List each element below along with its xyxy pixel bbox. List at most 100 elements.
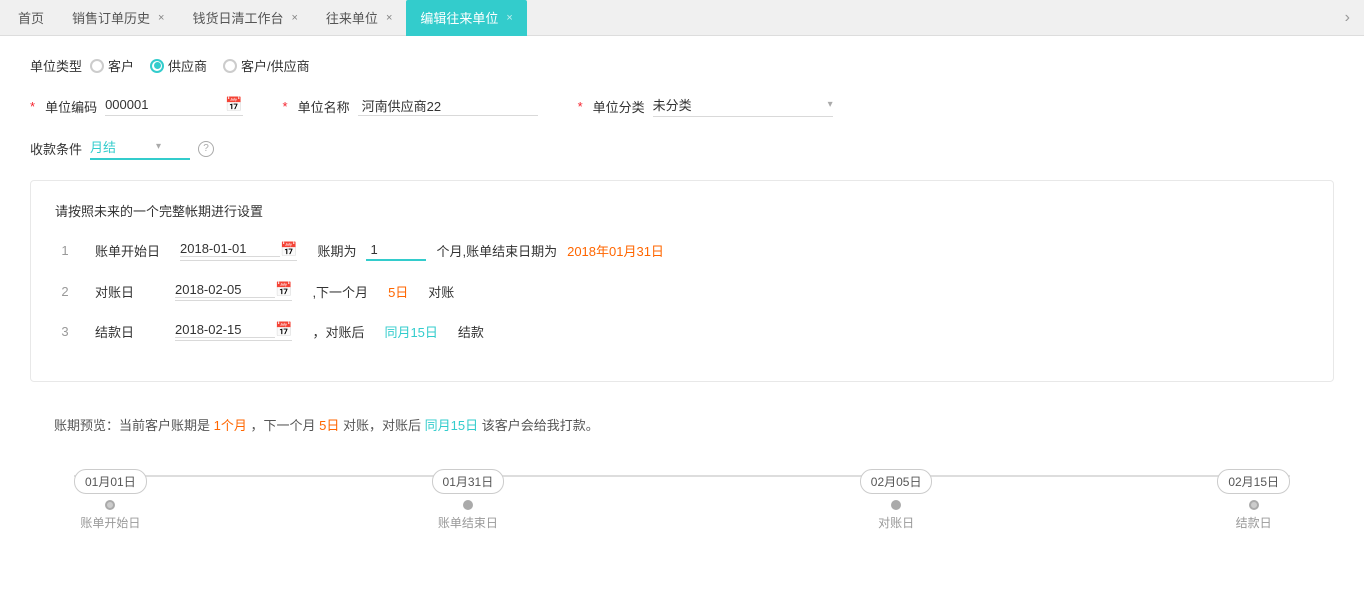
timeline-dot-1 <box>105 500 115 510</box>
timeline-badge-1: 01月01日 <box>74 469 147 494</box>
period-title: 请按照未来的一个完整帐期进行设置 <box>55 201 1309 220</box>
unit-name-group: * 单位名称 <box>283 96 538 116</box>
unit-type-label: 单位类型 <box>30 56 82 75</box>
period-label-3: 结款日 <box>95 322 155 341</box>
radio-customer-circle <box>90 59 104 73</box>
timeline-point-4: 02月15日 结款日 <box>1217 469 1290 531</box>
period-row-1: 1 账单开始日 📅 账期为 个月,账单结束日期为 2018年01月31日 <box>55 240 1309 261</box>
tab-bar: 首页 销售订单历史 × 钱货日清工作台 × 往来单位 × 编辑往来单位 × › <box>0 0 1364 36</box>
period-months-input[interactable] <box>366 240 426 261</box>
tab-sales-order-history-label: 销售订单历史 <box>72 8 150 27</box>
preview-mid2: 对账，对账后 <box>343 418 421 433</box>
timeline-badge-2: 01月31日 <box>432 469 505 494</box>
period-label-1: 账单开始日 <box>95 241 160 260</box>
period-desc-3-highlight: 同月15日 <box>384 322 437 341</box>
app-container: 首页 销售订单历史 × 钱货日清工作台 × 往来单位 × 编辑往来单位 × › … <box>0 0 1364 608</box>
payment-terms-select[interactable]: 月结 ▾ <box>90 137 190 160</box>
tab-home-label: 首页 <box>18 8 44 27</box>
unit-code-required: * <box>30 99 35 114</box>
radio-customer-label: 客户 <box>108 56 134 75</box>
unit-code-icon[interactable]: 📅 <box>225 96 242 113</box>
radio-group: 客户 供应商 客户/供应商 <box>90 56 310 75</box>
payment-terms-help-icon[interactable]: ? <box>198 141 214 157</box>
radio-customer-supplier[interactable]: 客户/供应商 <box>223 56 310 75</box>
period-row-3: 3 结款日 📅 ，对账后 同月15日 结款 <box>55 321 1309 341</box>
period-date-1-calendar-icon[interactable]: 📅 <box>280 241 297 258</box>
payment-terms-value: 月结 <box>90 137 150 156</box>
unit-category-value: 未分类 <box>653 95 824 114</box>
unit-category-select[interactable]: 未分类 ▾ <box>653 95 833 117</box>
tab-expand-button[interactable]: › <box>1335 9 1360 27</box>
period-num-1: 1 <box>55 243 75 258</box>
unit-category-label: 单位分类 <box>593 97 645 116</box>
radio-supplier[interactable]: 供应商 <box>150 56 207 75</box>
period-pre-label-1: 账期为 <box>317 241 356 260</box>
period-end-date-1: 2018年01月31日 <box>567 241 664 260</box>
timeline-badge-3: 02月05日 <box>860 469 933 494</box>
unit-code-input-wrapper: 📅 <box>105 96 242 116</box>
tab-cashbook-workbench-label: 钱货日清工作台 <box>192 8 283 27</box>
payment-terms-group: 收款条件 月结 ▾ ? <box>30 137 214 160</box>
payment-terms-row: 收款条件 月结 ▾ ? <box>30 137 1334 160</box>
period-date-3-calendar-icon[interactable]: 📅 <box>275 321 292 338</box>
preview-end: 该客户会给我打款。 <box>482 418 599 433</box>
period-desc-3-pre: ，对账后 <box>312 322 364 341</box>
period-date-2-wrapper: 📅 <box>175 281 292 301</box>
tab-partner-units[interactable]: 往来单位 × <box>312 0 406 36</box>
period-box: 请按照未来的一个完整帐期进行设置 1 账单开始日 📅 账期为 个月,账单结束日期… <box>30 180 1334 382</box>
tab-home[interactable]: 首页 <box>4 0 58 36</box>
timeline-point-2: 01月31日 账单结束日 <box>361 469 575 531</box>
period-num-2: 2 <box>55 284 75 299</box>
preview-highlight1: 1个月 <box>214 418 247 433</box>
timeline-sublabel-3: 对账日 <box>878 514 914 531</box>
timeline-point-1: 01月01日 账单开始日 <box>74 469 147 531</box>
period-input-row-1: 账期为 个月,账单结束日期为 2018年01月31日 <box>317 240 663 261</box>
timeline-sublabel-1: 账单开始日 <box>80 514 140 531</box>
period-post-label-1: 个月,账单结束日期为 <box>436 241 557 260</box>
tab-edit-partner-unit[interactable]: 编辑往来单位 × <box>406 0 526 36</box>
radio-customer[interactable]: 客户 <box>90 56 134 75</box>
period-date-3-wrapper: 📅 <box>175 321 292 341</box>
period-date-1-input[interactable] <box>180 241 280 257</box>
timeline-line <box>74 475 1290 477</box>
timeline-badge-4: 02月15日 <box>1217 469 1290 494</box>
timeline-dot-4 <box>1249 500 1259 510</box>
unit-name-input[interactable] <box>358 96 538 116</box>
unit-category-required: * <box>578 99 583 114</box>
unit-code-label: 单位编码 <box>45 97 97 116</box>
tab-sales-order-history[interactable]: 销售订单历史 × <box>58 0 178 36</box>
preview-text: 账期预览：当前客户账期是 1个月 ，下一个月 5日 对账，对账后 同月15日 该… <box>54 414 1310 437</box>
timeline-point-3: 02月05日 对账日 <box>789 469 1003 531</box>
period-date-2-calendar-icon[interactable]: 📅 <box>275 281 292 298</box>
preview-section: 账期预览：当前客户账期是 1个月 ，下一个月 5日 对账，对账后 同月15日 该… <box>30 398 1334 555</box>
unit-category-group: * 单位分类 未分类 ▾ <box>578 95 833 117</box>
timeline-dot-3 <box>891 500 901 510</box>
timeline-sublabel-2: 账单结束日 <box>438 514 498 531</box>
unit-name-label: 单位名称 <box>298 97 350 116</box>
tab-partner-units-close-icon[interactable]: × <box>386 12 392 24</box>
tab-edit-partner-unit-close-icon[interactable]: × <box>506 12 512 24</box>
tab-edit-partner-unit-label: 编辑往来单位 <box>420 8 498 27</box>
period-desc-3-post: 结款 <box>458 322 484 341</box>
radio-customer-supplier-circle <box>223 59 237 73</box>
period-desc-2-post: 对账 <box>428 282 454 301</box>
timeline-sublabel-4: 结款日 <box>1236 514 1272 531</box>
radio-customer-supplier-label: 客户/供应商 <box>241 56 310 75</box>
timeline-dot-2 <box>463 500 473 510</box>
period-date-1-wrapper: 📅 <box>180 241 297 261</box>
preview-highlight2: 5日 <box>319 418 339 433</box>
unit-code-group: * 单位编码 📅 <box>30 96 243 116</box>
tab-sales-order-history-close-icon[interactable]: × <box>158 12 164 24</box>
tab-cashbook-workbench-close-icon[interactable]: × <box>291 12 297 24</box>
preview-highlight3: 同月15日 <box>425 418 478 433</box>
period-desc-2-pre: ,下一个月 <box>312 282 368 301</box>
unit-code-input[interactable] <box>105 97 225 112</box>
unit-info-row: * 单位编码 📅 * 单位名称 * 单位分类 未分类 ▾ <box>30 95 1334 117</box>
period-date-2-input[interactable] <box>175 282 275 298</box>
radio-supplier-label: 供应商 <box>168 56 207 75</box>
period-date-3-input[interactable] <box>175 322 275 338</box>
period-num-3: 3 <box>55 324 75 339</box>
unit-name-required: * <box>283 99 288 114</box>
payment-terms-chevron-icon: ▾ <box>156 141 161 152</box>
tab-cashbook-workbench[interactable]: 钱货日清工作台 × <box>178 0 311 36</box>
